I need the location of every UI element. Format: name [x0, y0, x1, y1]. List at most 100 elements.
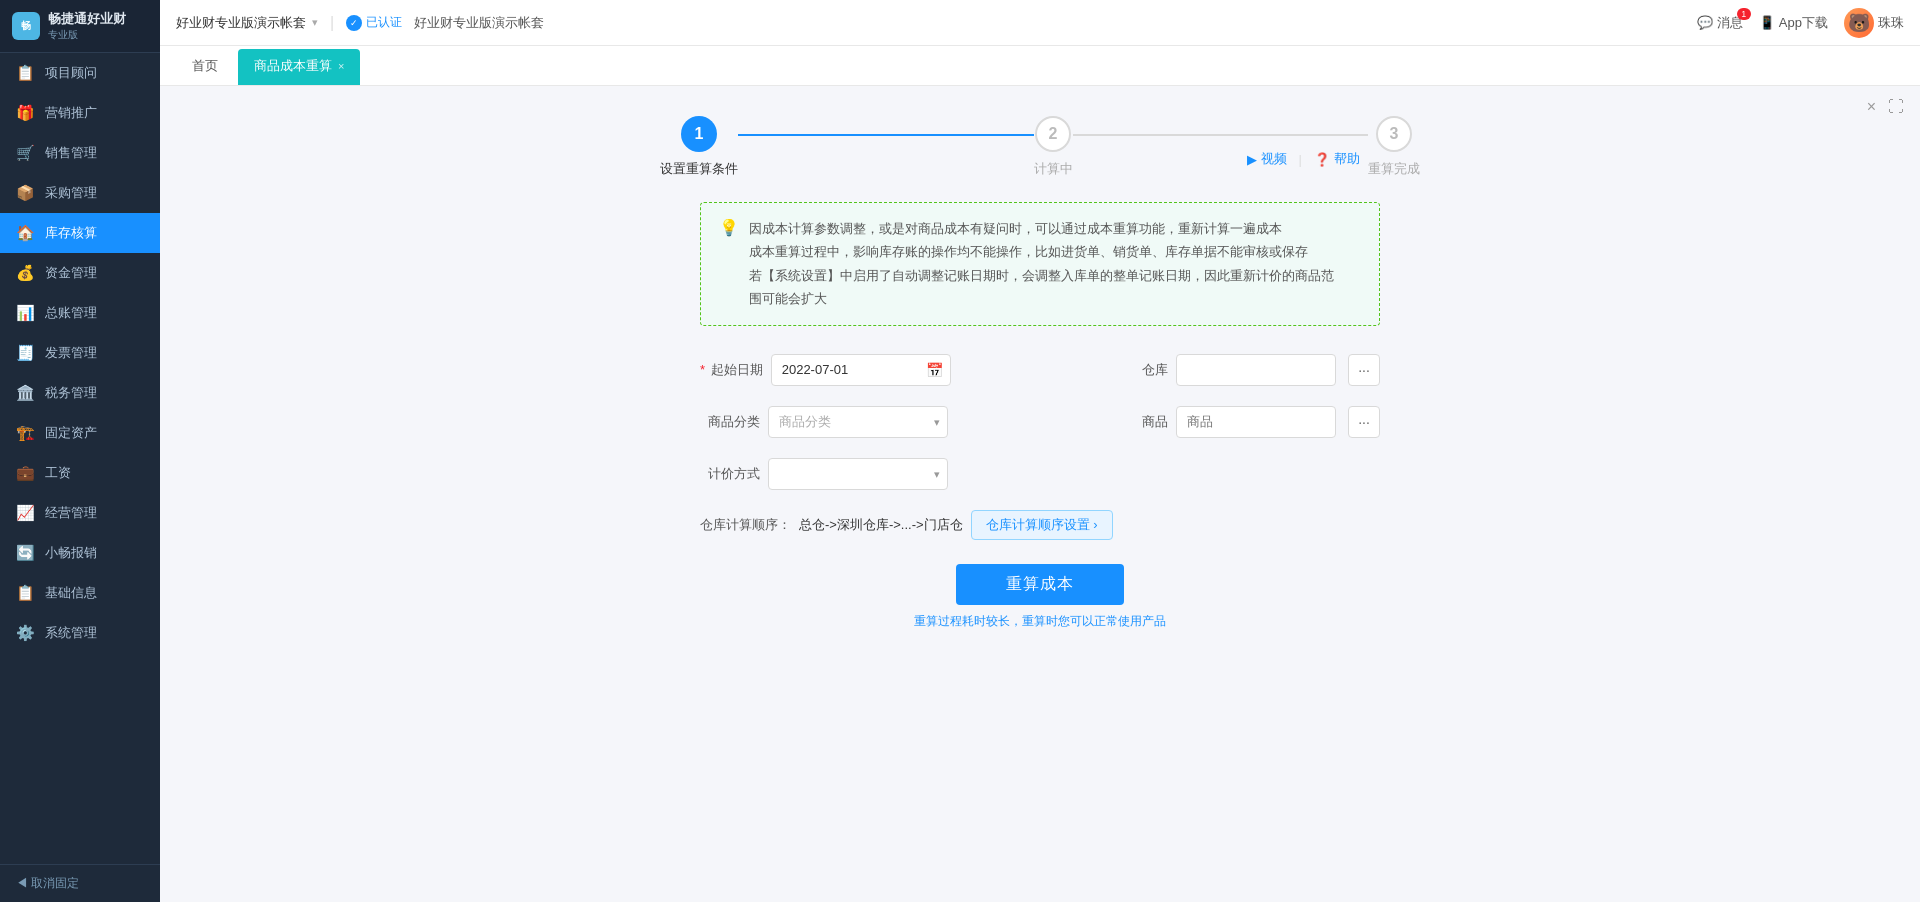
- sidebar-item-label: 总账管理: [45, 304, 97, 322]
- help-link[interactable]: ❓ 帮助: [1314, 150, 1360, 168]
- calc-order-row: 仓库计算顺序： 总仓->深圳仓库->...->门店仓 仓库计算顺序设置 ›: [700, 510, 1380, 540]
- step-3: 3 重算完成: [1368, 116, 1420, 178]
- pricing-select[interactable]: [768, 458, 948, 490]
- calc-order-label: 仓库计算顺序：: [700, 516, 791, 534]
- sidebar-item-accounting[interactable]: 📊 总账管理: [0, 293, 160, 333]
- message-button[interactable]: 💬 消息 1: [1697, 14, 1743, 32]
- company-name: 好业财专业版演示帐套: [414, 14, 544, 32]
- account-selector[interactable]: 好业财专业版演示帐套 ▾: [176, 14, 318, 32]
- accounting-icon: 📊: [16, 304, 35, 322]
- category-select-wrap: 商品分类 ▾: [768, 406, 948, 438]
- warehouse-dots-button[interactable]: ···: [1348, 354, 1380, 386]
- recalc-section: 重算成本 重算过程耗时较长，重算时您可以正常使用产品: [700, 564, 1380, 630]
- tab-home[interactable]: 首页: [176, 49, 234, 85]
- topbar-divider: |: [330, 14, 334, 32]
- salary-icon: 💼: [16, 464, 35, 482]
- sidebar-item-marketing[interactable]: 🎁 营销推广: [0, 93, 160, 133]
- finance-icon: 💰: [16, 264, 35, 282]
- sidebar-item-inventory[interactable]: 🏠 库存核算: [0, 213, 160, 253]
- goods-input-row: ···: [1176, 406, 1380, 438]
- sidebar-item-label: 库存核算: [45, 224, 97, 242]
- recalc-note: 重算过程耗时较长，重算时您可以正常使用产品: [700, 613, 1380, 630]
- step-2-circle: 2: [1035, 116, 1071, 152]
- app-title: 畅捷通好业财: [48, 10, 126, 28]
- form-row-2: 商品分类 商品分类 ▾ 商品 ···: [700, 406, 1380, 438]
- sidebar-item-tax[interactable]: 🏛️ 税务管理: [0, 373, 160, 413]
- purchase-icon: 📦: [16, 184, 35, 202]
- step-2-label: 计算中: [1034, 160, 1073, 178]
- start-date-input[interactable]: [771, 354, 951, 386]
- pricing-select-wrap: ▾: [768, 458, 948, 490]
- goods-label: 商品: [1128, 413, 1168, 431]
- close-window-button[interactable]: ×: [1867, 98, 1876, 116]
- goods-input[interactable]: [1176, 406, 1336, 438]
- asset-icon: 🏗️: [16, 424, 35, 442]
- tab-home-label: 首页: [192, 57, 218, 75]
- project-icon: 📋: [16, 64, 35, 82]
- sidebar-header: 畅 畅捷通好业财 专业版: [0, 0, 160, 53]
- tab-close-icon[interactable]: ×: [338, 60, 344, 72]
- sidebar-item-label: 采购管理: [45, 184, 97, 202]
- info-text: 因成本计算参数调整，或是对商品成本有疑问时，可以通过成本重算功能，重新计算一遍成…: [749, 217, 1334, 311]
- sidebar-item-expense[interactable]: 🔄 小畅报销: [0, 533, 160, 573]
- goods-group: 商品 ···: [1040, 406, 1380, 438]
- inventory-icon: 🏠: [16, 224, 35, 242]
- user-profile[interactable]: 🐻 珠珠: [1844, 8, 1904, 38]
- step-1: 1 设置重算条件: [660, 116, 738, 178]
- topbar: 好业财专业版演示帐套 ▾ | ✓ 已认证 好业财专业版演示帐套 💬 消息 1 📱…: [160, 0, 1920, 46]
- sidebar-item-label: 工资: [45, 464, 71, 482]
- sidebar-item-label: 固定资产: [45, 424, 97, 442]
- user-name: 珠珠: [1878, 14, 1904, 32]
- video-help-link[interactable]: ▶ 视频: [1247, 150, 1287, 168]
- step-3-circle: 3: [1376, 116, 1412, 152]
- sidebar: 畅 畅捷通好业财 专业版 📋 项目顾问 🎁 营销推广 🛒 销售管理 📦 采购管理…: [0, 0, 160, 902]
- category-select[interactable]: 商品分类: [768, 406, 948, 438]
- message-badge: 1: [1737, 8, 1751, 20]
- sidebar-item-basic[interactable]: 📋 基础信息: [0, 573, 160, 613]
- question-icon: ❓: [1314, 152, 1330, 167]
- sidebar-item-invoice[interactable]: 🧾 发票管理: [0, 333, 160, 373]
- sidebar-item-label: 营销推广: [45, 104, 97, 122]
- invoice-icon: 🧾: [16, 344, 35, 362]
- sidebar-item-asset[interactable]: 🏗️ 固定资产: [0, 413, 160, 453]
- help-links: ▶ 视频 | ❓ 帮助: [1247, 150, 1360, 168]
- start-date-label: * 起始日期: [700, 361, 763, 379]
- window-controls: × ⛶: [1867, 98, 1904, 116]
- tabs-bar: 首页 商品成本重算 ×: [160, 46, 1920, 86]
- sidebar-item-purchase[interactable]: 📦 采购管理: [0, 173, 160, 213]
- sales-icon: 🛒: [16, 144, 35, 162]
- app-download-label: App下载: [1779, 14, 1828, 32]
- app-subtitle: 专业版: [48, 28, 126, 42]
- basic-icon: 📋: [16, 584, 35, 602]
- app-download-button[interactable]: 📱 App下载: [1759, 14, 1828, 32]
- marketing-icon: 🎁: [16, 104, 35, 122]
- account-name: 好业财专业版演示帐套: [176, 14, 306, 32]
- info-box: 💡 因成本计算参数调整，或是对商品成本有疑问时，可以通过成本重算功能，重新计算一…: [700, 202, 1380, 326]
- recalc-button[interactable]: 重算成本: [956, 564, 1124, 605]
- tab-cost-recalc[interactable]: 商品成本重算 ×: [238, 49, 360, 85]
- sidebar-item-finance[interactable]: 💰 资金管理: [0, 253, 160, 293]
- topbar-right: 💬 消息 1 📱 App下载 🐻 珠珠: [1697, 8, 1904, 38]
- expense-icon: 🔄: [16, 544, 35, 562]
- sidebar-item-sales[interactable]: 🛒 销售管理: [0, 133, 160, 173]
- sidebar-item-project[interactable]: 📋 项目顾问: [0, 53, 160, 93]
- phone-icon: 📱: [1759, 15, 1775, 30]
- calc-order-settings-button[interactable]: 仓库计算顺序设置 ›: [971, 510, 1113, 540]
- goods-dots-button[interactable]: ···: [1348, 406, 1380, 438]
- category-label: 商品分类: [700, 413, 760, 431]
- start-date-group: * 起始日期 📅: [700, 354, 1040, 386]
- calc-order-value: 总仓->深圳仓库->...->门店仓: [799, 516, 963, 534]
- sidebar-item-operation[interactable]: 📈 经营管理: [0, 493, 160, 533]
- sidebar-item-label: 资金管理: [45, 264, 97, 282]
- operation-icon: 📈: [16, 504, 35, 522]
- expand-window-button[interactable]: ⛶: [1888, 98, 1904, 116]
- play-icon: ▶: [1247, 152, 1257, 167]
- sidebar-item-salary[interactable]: 💼 工资: [0, 453, 160, 493]
- warehouse-input[interactable]: [1176, 354, 1336, 386]
- calendar-icon[interactable]: 📅: [926, 362, 943, 378]
- sidebar-item-system[interactable]: ⚙️ 系统管理: [0, 613, 160, 653]
- step-3-label: 重算完成: [1368, 160, 1420, 178]
- unpin-button[interactable]: ◀ 取消固定: [0, 864, 160, 902]
- sidebar-item-label: 系统管理: [45, 624, 97, 642]
- step-2: 2 计算中: [1034, 116, 1073, 178]
